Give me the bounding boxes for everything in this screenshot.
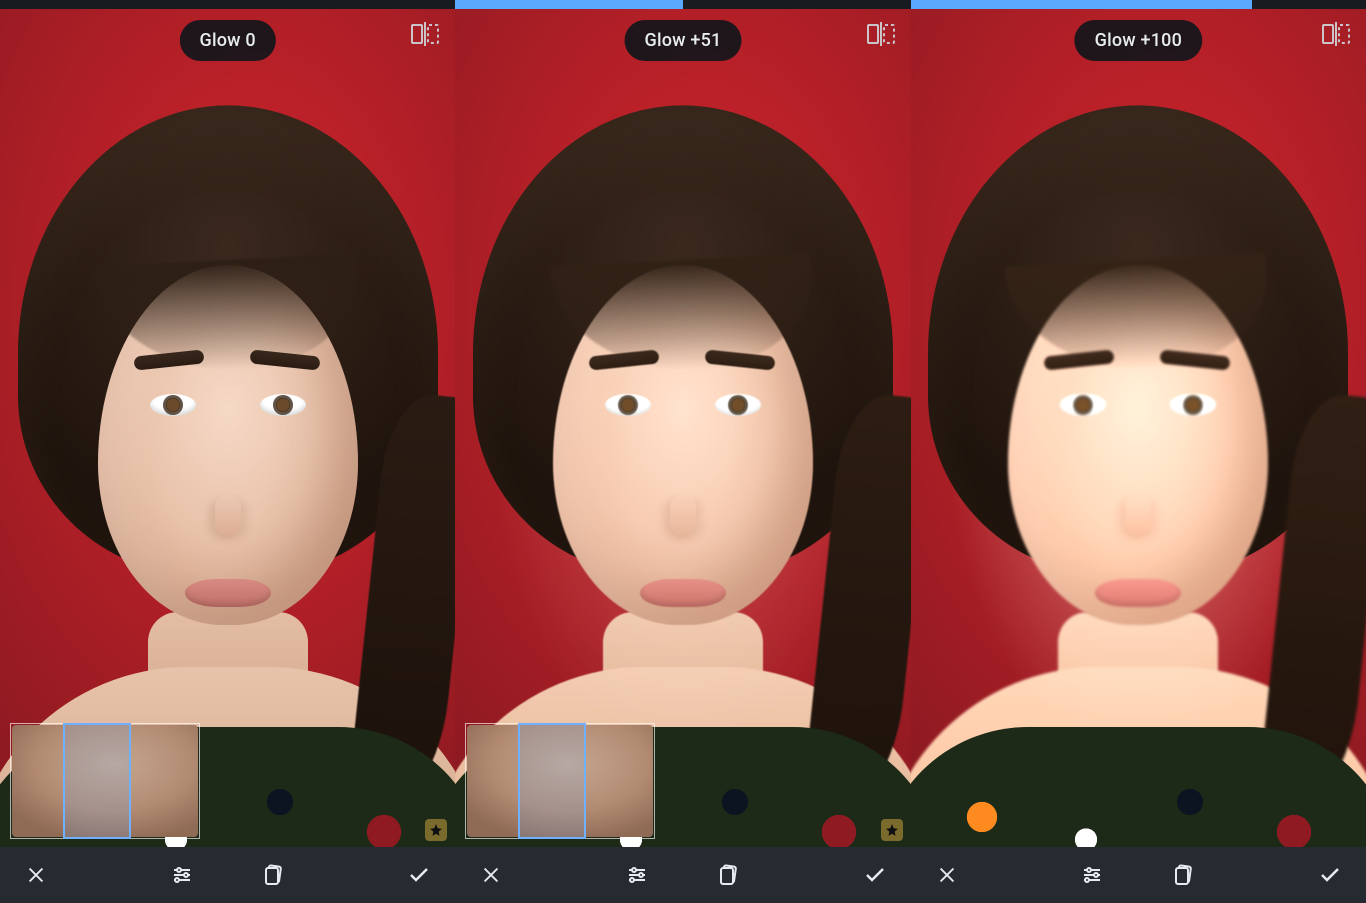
parameter-chip[interactable]: Glow +100	[1075, 20, 1202, 61]
adjust-button[interactable]	[1074, 857, 1110, 893]
portrait-illustration	[911, 9, 1366, 847]
compare-icon[interactable]	[867, 22, 895, 46]
compare-icon[interactable]	[1322, 22, 1350, 46]
portrait-illustration	[455, 9, 910, 847]
bottom-toolbar	[0, 847, 455, 903]
adjust-button[interactable]	[619, 857, 655, 893]
image-canvas[interactable]	[911, 9, 1366, 847]
cancel-button[interactable]	[18, 857, 54, 893]
editor-pane: Glow 0	[0, 0, 455, 903]
parameter-chip-label: Glow +51	[645, 30, 722, 51]
apply-button[interactable]	[1312, 857, 1348, 893]
bottom-toolbar	[455, 847, 910, 903]
styles-button[interactable]	[256, 857, 292, 893]
cancel-button[interactable]	[473, 857, 509, 893]
comparison-row: Glow 0	[0, 0, 1366, 903]
top-progress-bar	[455, 0, 910, 9]
navigator-thumbnail[interactable]	[465, 723, 655, 839]
star-icon[interactable]	[425, 819, 447, 841]
styles-button[interactable]	[1166, 857, 1202, 893]
navigator-viewport[interactable]	[63, 723, 131, 839]
star-icon[interactable]	[881, 819, 903, 841]
styles-button[interactable]	[711, 857, 747, 893]
parameter-chip[interactable]: Glow +51	[625, 20, 742, 61]
navigator-thumbnail[interactable]	[10, 723, 200, 839]
bottom-toolbar	[911, 847, 1366, 903]
top-progress-bar	[911, 0, 1366, 9]
parameter-chip-label: Glow 0	[199, 30, 255, 51]
editor-pane: Glow +51	[455, 0, 910, 903]
top-progress-bar	[0, 0, 455, 9]
navigator-viewport[interactable]	[518, 723, 586, 839]
parameter-chip[interactable]: Glow 0	[179, 20, 275, 61]
compare-icon[interactable]	[411, 22, 439, 46]
parameter-chip-label: Glow +100	[1095, 30, 1182, 51]
image-canvas[interactable]	[455, 9, 910, 847]
editor-pane: Glow +100	[911, 0, 1366, 903]
apply-button[interactable]	[401, 857, 437, 893]
portrait-illustration	[0, 9, 455, 847]
cancel-button[interactable]	[929, 857, 965, 893]
adjust-button[interactable]	[164, 857, 200, 893]
image-canvas[interactable]	[0, 9, 455, 847]
apply-button[interactable]	[857, 857, 893, 893]
